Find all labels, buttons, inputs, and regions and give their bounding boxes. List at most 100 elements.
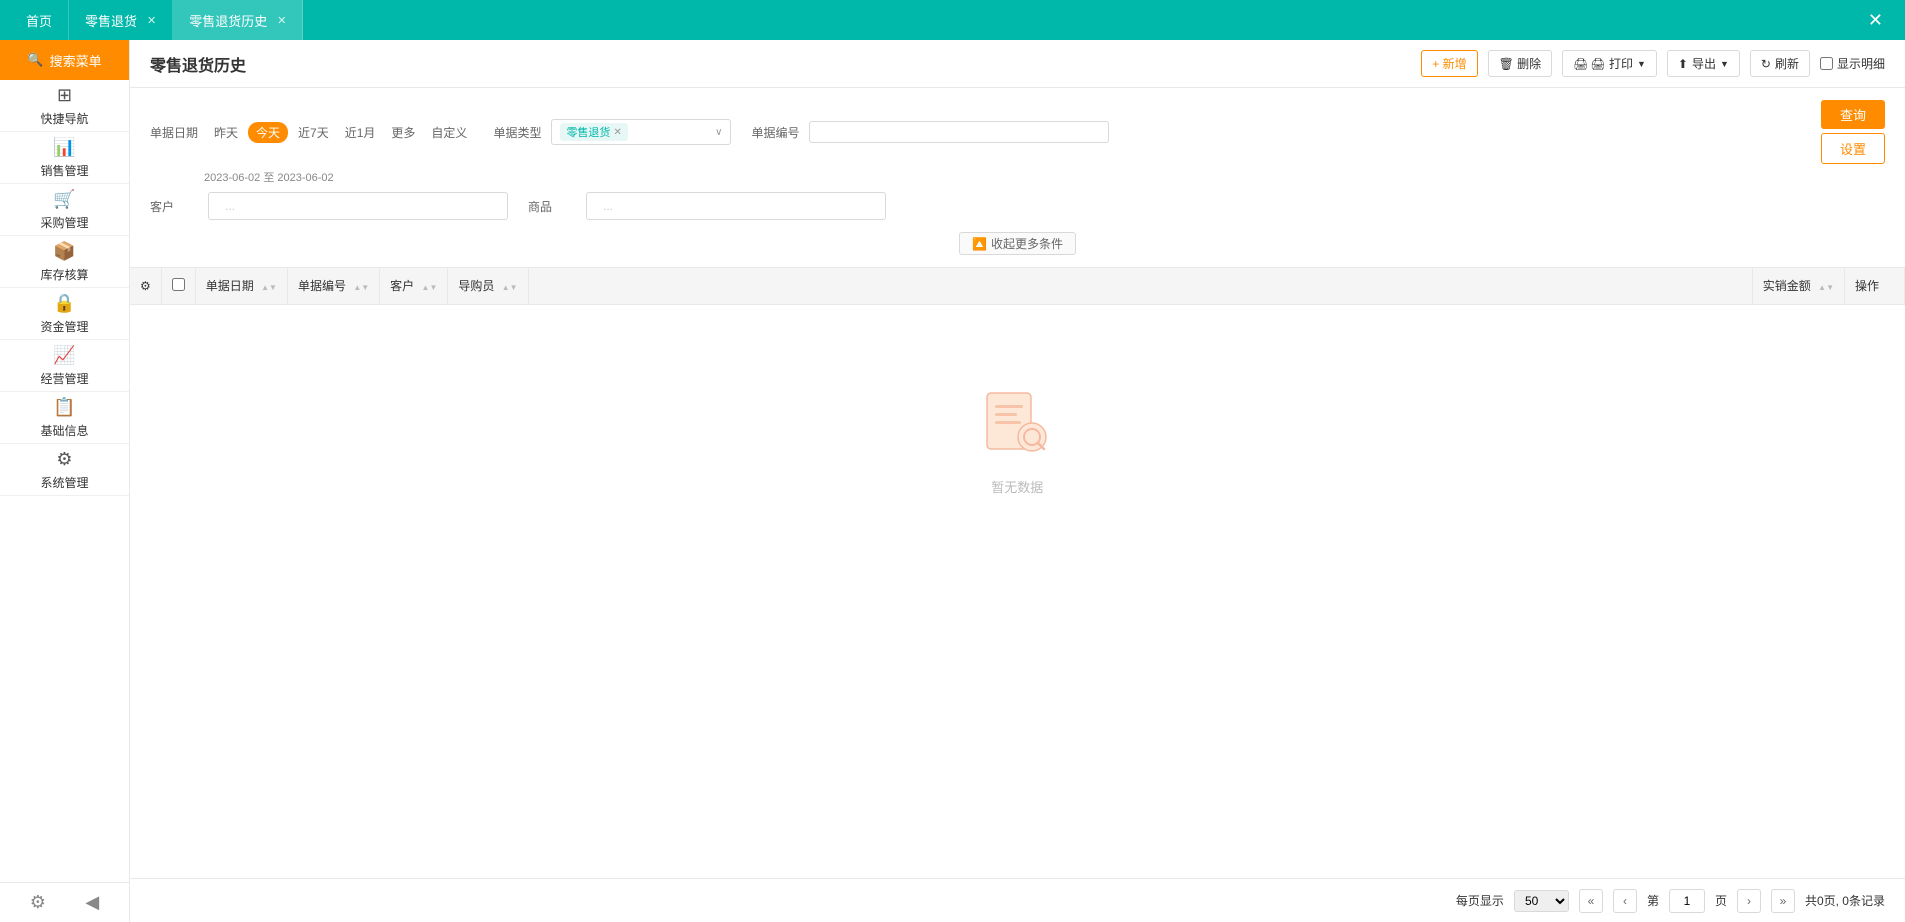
select-all-checkbox[interactable] [172, 278, 185, 291]
th-guide: 导购员 ▲▼ [448, 268, 528, 304]
collapse-button[interactable]: 🔼 收起更多条件 [959, 232, 1076, 255]
date-btn-custom[interactable]: 自定义 [425, 122, 473, 143]
close-all-button[interactable]: ✕ [1856, 10, 1895, 31]
date-btn-1month[interactable]: 近1月 [339, 122, 382, 143]
tab-home-label: 首页 [26, 11, 52, 30]
print-icon: 🖨 [1573, 57, 1588, 71]
th-customer: 客户 ▲▼ [380, 268, 448, 304]
sidebar-item-label: 基础信息 [40, 422, 88, 439]
guide-sort[interactable]: ▲▼ [502, 283, 518, 292]
refresh-button[interactable]: ↻ 刷新 [1750, 50, 1810, 77]
filter-area: 单据日期 昨天 今天 近7天 近1月 更多 自定义 单据类型 [130, 88, 1905, 268]
date-sort[interactable]: ▲▼ [261, 283, 277, 292]
type-tag-close[interactable]: ✕ [613, 127, 621, 138]
th-checkbox [161, 268, 195, 304]
print-dropdown-icon: ▼ [1637, 59, 1646, 69]
quick-nav-icon: ⊞ [57, 85, 72, 106]
tab-retail-return[interactable]: 零售退货 ✕ [69, 0, 173, 40]
sidebar-search[interactable]: 🔍 搜索菜单 [0, 40, 129, 80]
settings-icon[interactable]: ⚙ [30, 892, 46, 913]
sidebar-item-label: 销售管理 [40, 162, 88, 179]
collapse-row: 🔼 收起更多条件 [150, 228, 1885, 259]
customer-sort[interactable]: ▲▼ [422, 283, 438, 292]
inventory-icon: 📦 [53, 241, 75, 262]
sidebar-item-finance[interactable]: 🔒 资金管理 [0, 288, 129, 340]
date-range-buttons: 昨天 今天 近7天 近1月 更多 自定义 [208, 122, 473, 143]
add-button[interactable]: + 新增 [1421, 50, 1477, 77]
sidebar-item-sales[interactable]: 📊 销售管理 [0, 132, 129, 184]
prev-page-button[interactable]: ‹ [1613, 889, 1637, 913]
customer-label: 客户 [150, 198, 200, 215]
sidebar-item-inventory[interactable]: 📦 库存核算 [0, 236, 129, 288]
table-settings-icon[interactable]: ⚙ [140, 279, 151, 293]
setting-button[interactable]: 设置 [1821, 133, 1885, 164]
type-tag: 零售退货 ✕ [560, 123, 627, 141]
finance-icon: 🔒 [53, 293, 75, 314]
main-content: 零售退货历史 + 新增 🗑 删除 🖨 🖨 打印 ▼ ⬆ 导出 ▼ ↻ 刷新 显示… [130, 40, 1905, 922]
tab-retail-return-history[interactable]: 零售退货历史 ✕ [173, 0, 303, 40]
first-page-button[interactable]: « [1579, 889, 1603, 913]
th-amount: 实销金额 ▲▼ [1752, 268, 1844, 304]
date-btn-7days[interactable]: 近7天 [292, 122, 335, 143]
type-select-arrow: ∨ [715, 127, 722, 138]
date-btn-today[interactable]: 今天 [248, 122, 288, 143]
show-detail-checkbox-group: 显示明细 [1820, 55, 1885, 72]
product-label: 商品 [528, 198, 578, 215]
tab-retail-return-close[interactable]: ✕ [147, 14, 156, 27]
export-button[interactable]: ⬆ 导出 ▼ [1667, 50, 1740, 77]
next-page-button[interactable]: › [1737, 889, 1761, 913]
top-nav: 首页 零售退货 ✕ 零售退货历史 ✕ ✕ [0, 0, 1905, 40]
sidebar-item-quick-nav[interactable]: ⊞ 快捷导航 [0, 80, 129, 132]
type-filter-label: 单据类型 [493, 124, 543, 141]
collapse-up-icon: 🔼 [972, 237, 987, 251]
print-button[interactable]: 🖨 🖨 打印 ▼ [1562, 50, 1657, 77]
data-table: ⚙ 单据日期 ▲▼ 单据编号 ▲▼ [130, 268, 1905, 576]
delete-button[interactable]: 🗑 删除 [1488, 50, 1553, 77]
th-setting: ⚙ [130, 268, 161, 304]
show-detail-label: 显示明细 [1837, 55, 1885, 72]
tab-retail-return-history-close[interactable]: ✕ [277, 14, 286, 27]
sales-icon: 📊 [53, 137, 75, 158]
collapse-icon[interactable]: ◀ [85, 892, 99, 913]
page-title: 零售退货历史 [150, 52, 1411, 76]
page-size-select[interactable]: 50 10 20 100 [1514, 890, 1569, 912]
date-btn-more[interactable]: 更多 [385, 122, 421, 143]
product-ellipsis: ... [595, 196, 621, 216]
tab-home[interactable]: 首页 [10, 0, 69, 40]
order-no-label: 单据编号 [751, 124, 801, 141]
sidebar-item-operations[interactable]: 📈 经营管理 [0, 340, 129, 392]
table-area: ⚙ 单据日期 ▲▼ 单据编号 ▲▼ [130, 268, 1905, 878]
refresh-icon: ↻ [1761, 57, 1771, 71]
page-number-input[interactable] [1669, 889, 1705, 913]
operations-icon: 📈 [53, 345, 75, 366]
page-label: 第 [1647, 892, 1659, 909]
product-select[interactable]: ... [586, 192, 886, 220]
sidebar-item-label: 库存核算 [40, 266, 88, 283]
tab-retail-return-label: 零售退货 [85, 11, 137, 30]
amount-sort[interactable]: ▲▼ [1818, 283, 1834, 292]
export-icon: ⬆ [1678, 57, 1688, 71]
query-button[interactable]: 查询 [1821, 100, 1885, 129]
customer-ellipsis: ... [217, 196, 243, 216]
total-info: 共0页, 0条记录 [1805, 892, 1885, 909]
sidebar-item-label: 资金管理 [40, 318, 88, 335]
page-size-label: 每页显示 [1456, 892, 1504, 909]
query-setting-group: 查询 设置 [1821, 100, 1885, 164]
type-select[interactable]: 零售退货 ✕ ∨ [551, 119, 731, 145]
empty-icon [977, 385, 1057, 465]
sidebar-item-basic-info[interactable]: 📋 基础信息 [0, 392, 129, 444]
show-detail-checkbox[interactable] [1820, 57, 1833, 70]
order-no-input[interactable] [809, 121, 1109, 143]
last-page-button[interactable]: » [1771, 889, 1795, 913]
page-header: 零售退货历史 + 新增 🗑 删除 🖨 🖨 打印 ▼ ⬆ 导出 ▼ ↻ 刷新 显示… [130, 40, 1905, 88]
sidebar-item-system[interactable]: ⚙ 系统管理 [0, 444, 129, 496]
purchase-icon: 🛒 [53, 189, 75, 210]
collapse-label: 收起更多条件 [991, 235, 1063, 252]
system-icon: ⚙ [56, 449, 72, 470]
customer-select[interactable]: ... [208, 192, 508, 220]
date-btn-yesterday[interactable]: 昨天 [208, 122, 244, 143]
sidebar-item-purchase[interactable]: 🛒 采购管理 [0, 184, 129, 236]
sidebar: 🔍 搜索菜单 ⊞ 快捷导航 📊 销售管理 🛒 采购管理 📦 库存核算 🔒 资金管… [0, 40, 130, 922]
order-no-sort[interactable]: ▲▼ [353, 283, 369, 292]
page-unit-label: 页 [1715, 892, 1727, 909]
